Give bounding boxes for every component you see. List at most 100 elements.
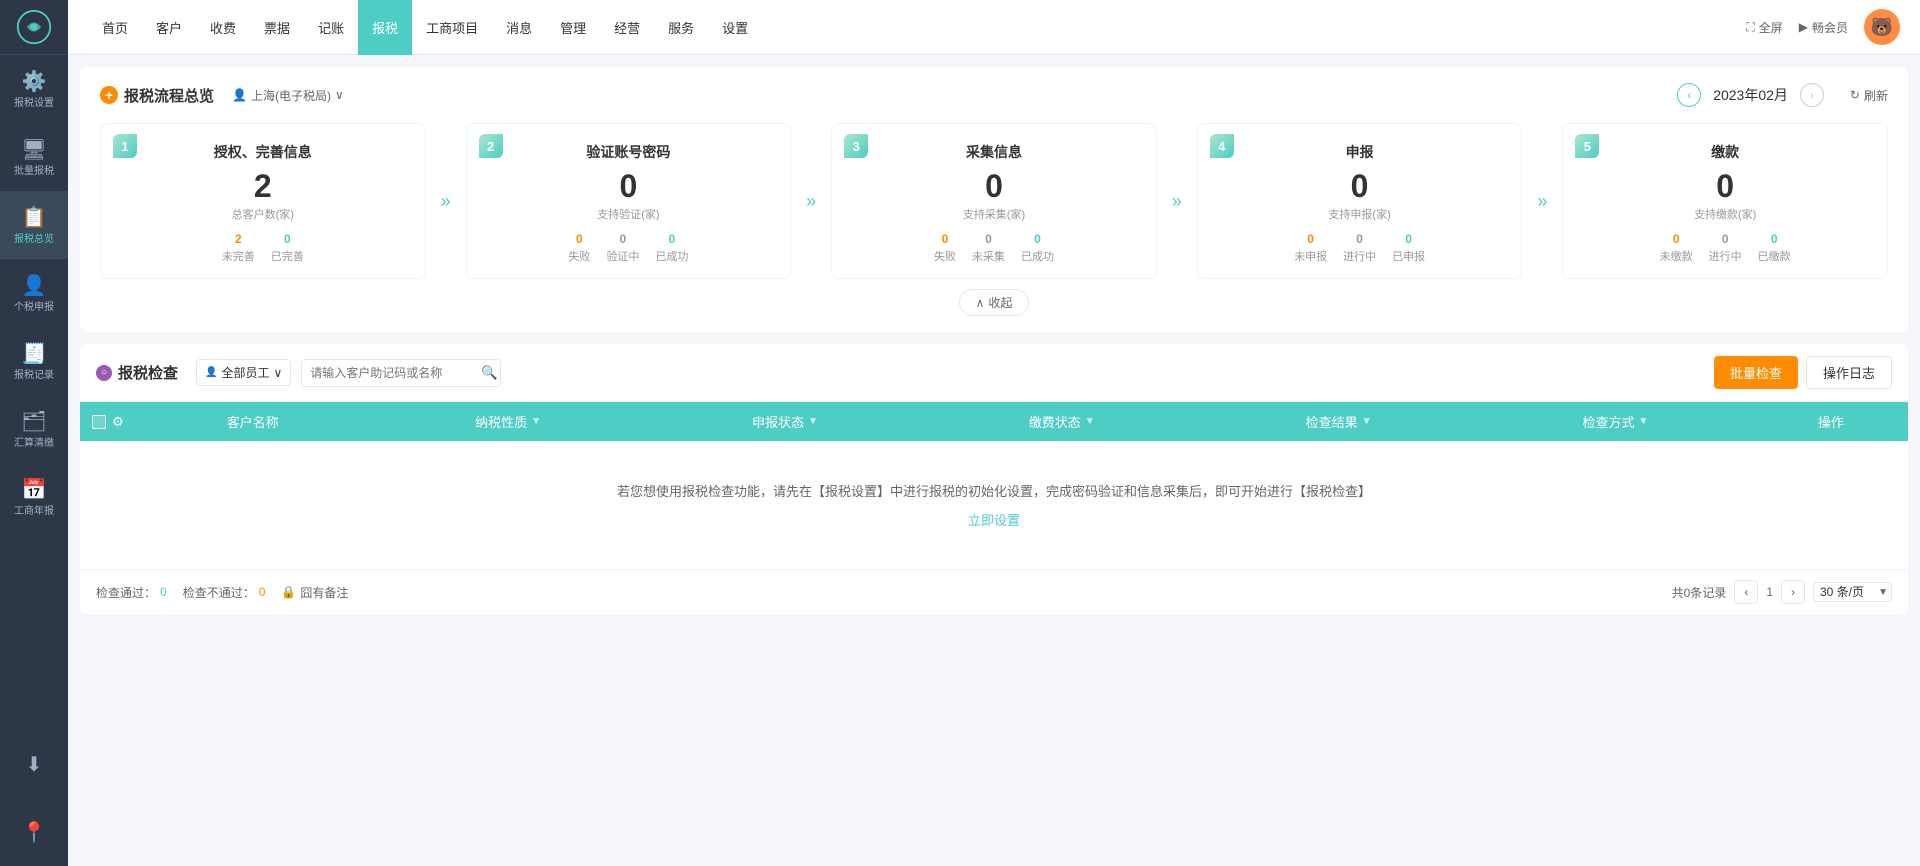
date-text: 2023年02月 [1713, 85, 1788, 105]
step-number-1: 1 [113, 134, 137, 158]
video-icon: ▶ [1799, 20, 1808, 34]
page-next-btn[interactable]: › [1781, 580, 1805, 604]
page-first-btn[interactable]: ‹ [1734, 580, 1758, 604]
process-title: + 报税流程总览 [100, 85, 214, 106]
th-result-label: 检查结果 [1306, 412, 1358, 431]
check-table: ⚙ 客户名称 纳税性质 ▼ [80, 402, 1908, 569]
batch-check-btn[interactable]: 批量检查 [1714, 356, 1798, 389]
current-page: 1 [1766, 585, 1773, 599]
sidebar-item-tax-settings[interactable]: ⚙️ 报税设置 [0, 55, 68, 123]
step-detail-label-3-0: 失败 [934, 248, 956, 264]
step-subtitle-1: 总客户数(家) [117, 206, 409, 222]
search-button[interactable]: 🔍 [473, 360, 501, 386]
employee-filter[interactable]: 👤 全部员工 ∨ [196, 359, 291, 386]
nav-item-business[interactable]: 工商项目 [412, 0, 492, 55]
step-number-4: 4 [1210, 134, 1234, 158]
select-all-checkbox[interactable] [92, 415, 106, 429]
step-detail-label-3-1: 未采集 [972, 248, 1005, 264]
setup-link[interactable]: 立即设置 [100, 510, 1888, 529]
sidebar-item-batch-tax[interactable]: 🖥 批量报税 [0, 123, 68, 191]
search-input[interactable] [302, 361, 473, 385]
footer-right: 共0条记录 ‹ 1 › 30 条/页 50 条/页 100 条/页 ▼ [1672, 580, 1892, 604]
step-subtitle-4: 支持申报(家) [1214, 206, 1506, 222]
sidebar-item-location[interactable]: 📍 [0, 798, 68, 866]
pass-count-link[interactable]: 0 [160, 585, 167, 599]
date-next-btn[interactable]: › [1800, 83, 1824, 107]
collapse-btn[interactable]: ∧ 收起 [959, 289, 1030, 316]
sidebar-item-tax-records[interactable]: 🧾 报税记录 [0, 327, 68, 395]
collapse-chevron-icon: ∧ [976, 296, 985, 310]
refresh-btn[interactable]: ↻ 刷新 [1850, 87, 1888, 104]
step-detail-count-3-1: 0 [985, 232, 992, 246]
tax-overview-icon: 📋 [22, 205, 47, 230]
process-title-text: 报税流程总览 [124, 85, 214, 106]
location-btn[interactable]: 👤 上海(电子税局) ∨ [232, 87, 344, 104]
step-detail-label-2-2: 已成功 [655, 248, 688, 264]
step-detail-label-4-1: 进行中 [1343, 248, 1376, 264]
fullscreen-btn[interactable]: ⛶ 全屏 [1746, 19, 1782, 36]
nav-item-messages[interactable]: 消息 [492, 0, 546, 55]
nav-item-operations[interactable]: 经营 [600, 0, 654, 55]
nav-item-settings[interactable]: 设置 [708, 0, 762, 55]
step-card-4: 4 申报 0 支持申报(家) 0 未申报 0 进行中 [1197, 123, 1523, 279]
search-box: 🔍 [301, 359, 501, 387]
check-title-text: 报税检查 [118, 362, 178, 383]
table-header: ⚙ 客户名称 纳税性质 ▼ [80, 402, 1908, 441]
step-title-5: 缴款 [1579, 142, 1871, 162]
nav-item-tax[interactable]: 报税 [358, 0, 412, 55]
step-detail-count-3-2: 0 [1034, 232, 1041, 246]
total-records: 共0条记录 [1672, 584, 1727, 601]
fail-count-link[interactable]: 0 [259, 585, 266, 599]
process-header: + 报税流程总览 👤 上海(电子税局) ∨ ‹ 2023年02月 › ↻ 刷新 [100, 83, 1888, 107]
th-filter-method[interactable]: 检查方式 ▼ [1582, 412, 1648, 431]
sidebar-item-personal-tax[interactable]: 👤 个税申报 [0, 259, 68, 327]
th-filter-tax-type[interactable]: 纳税性质 ▼ [475, 412, 541, 431]
search-icon: 🔍 [481, 365, 498, 380]
step-detail-count-3-0: 0 [942, 232, 949, 246]
step-detail-2-0: 0 失败 [568, 232, 590, 264]
nav-item-clients[interactable]: 客户 [142, 0, 196, 55]
step-arrow-4: » [1522, 191, 1562, 212]
sidebar-item-annual-report[interactable]: 📅 工商年报 [0, 463, 68, 531]
top-nav: 首页 客户 收费 票据 记账 报税 工商项目 消息 管理 经营 服务 设置 ⛶ … [68, 0, 1920, 55]
sidebar-item-tax-overview[interactable]: 📋 报税总览 [0, 191, 68, 259]
user-avatar[interactable]: 🐻 [1864, 9, 1900, 45]
step-card-5: 5 缴款 0 支持缴款(家) 0 未缴款 0 进行中 [1562, 123, 1888, 279]
note-label: 囧有备注 [300, 584, 348, 601]
nav-item-fees[interactable]: 收费 [196, 0, 250, 55]
step-details-5: 0 未缴款 0 进行中 0 已缴款 [1579, 232, 1871, 264]
nav-item-home[interactable]: 首页 [88, 0, 142, 55]
vip-btn[interactable]: ▶ 畅会员 [1799, 19, 1848, 36]
location-person-icon: 👤 [232, 88, 247, 102]
step-count-4: 0 [1214, 170, 1506, 202]
sidebar-item-download[interactable]: ⬇ [0, 730, 68, 798]
tax-settings-icon: ⚙️ [22, 69, 47, 94]
nav-item-management[interactable]: 管理 [546, 0, 600, 55]
step-detail-1-1: 0 已完善 [271, 232, 304, 264]
nav-item-services[interactable]: 服务 [654, 0, 708, 55]
th-check-result: 检查结果 ▼ [1200, 402, 1477, 441]
vip-label: 畅会员 [1812, 19, 1848, 36]
settings-icon[interactable]: ⚙ [112, 414, 124, 430]
step-arrow-1: » [426, 191, 466, 212]
employee-filter-label: 全部员工 [221, 364, 269, 381]
th-filter-pay[interactable]: 缴费状态 ▼ [1029, 412, 1095, 431]
th-filter-client[interactable]: 客户名称 [227, 412, 279, 431]
th-checkbox-col: ⚙ [80, 402, 136, 441]
date-prev-btn[interactable]: ‹ [1677, 83, 1701, 107]
steps-row: 1 授权、完善信息 2 总客户数(家) 2 未完善 0 已完善 [100, 123, 1888, 279]
process-overview-card: + 报税流程总览 👤 上海(电子税局) ∨ ‹ 2023年02月 › ↻ 刷新 [80, 67, 1908, 332]
per-page-select[interactable]: 30 条/页 50 条/页 100 条/页 [1813, 582, 1892, 602]
operation-log-btn[interactable]: 操作日志 [1806, 356, 1892, 389]
footer-fail: 检查不通过： 0 [183, 584, 266, 601]
step-title-1: 授权、完善信息 [117, 142, 409, 162]
th-filter-result[interactable]: 检查结果 ▼ [1306, 412, 1372, 431]
step-detail-label-4-0: 未申报 [1294, 248, 1327, 264]
step-detail-count-5-2: 0 [1771, 232, 1778, 246]
nav-item-accounting[interactable]: 记账 [304, 0, 358, 55]
sidebar-item-clearing[interactable]: 🗂 汇算清缴 [0, 395, 68, 463]
nav-item-invoices[interactable]: 票据 [250, 0, 304, 55]
personal-tax-icon: 👤 [22, 273, 47, 298]
th-filter-declare[interactable]: 申报状态 ▼ [752, 412, 818, 431]
step-subtitle-3: 支持采集(家) [848, 206, 1140, 222]
